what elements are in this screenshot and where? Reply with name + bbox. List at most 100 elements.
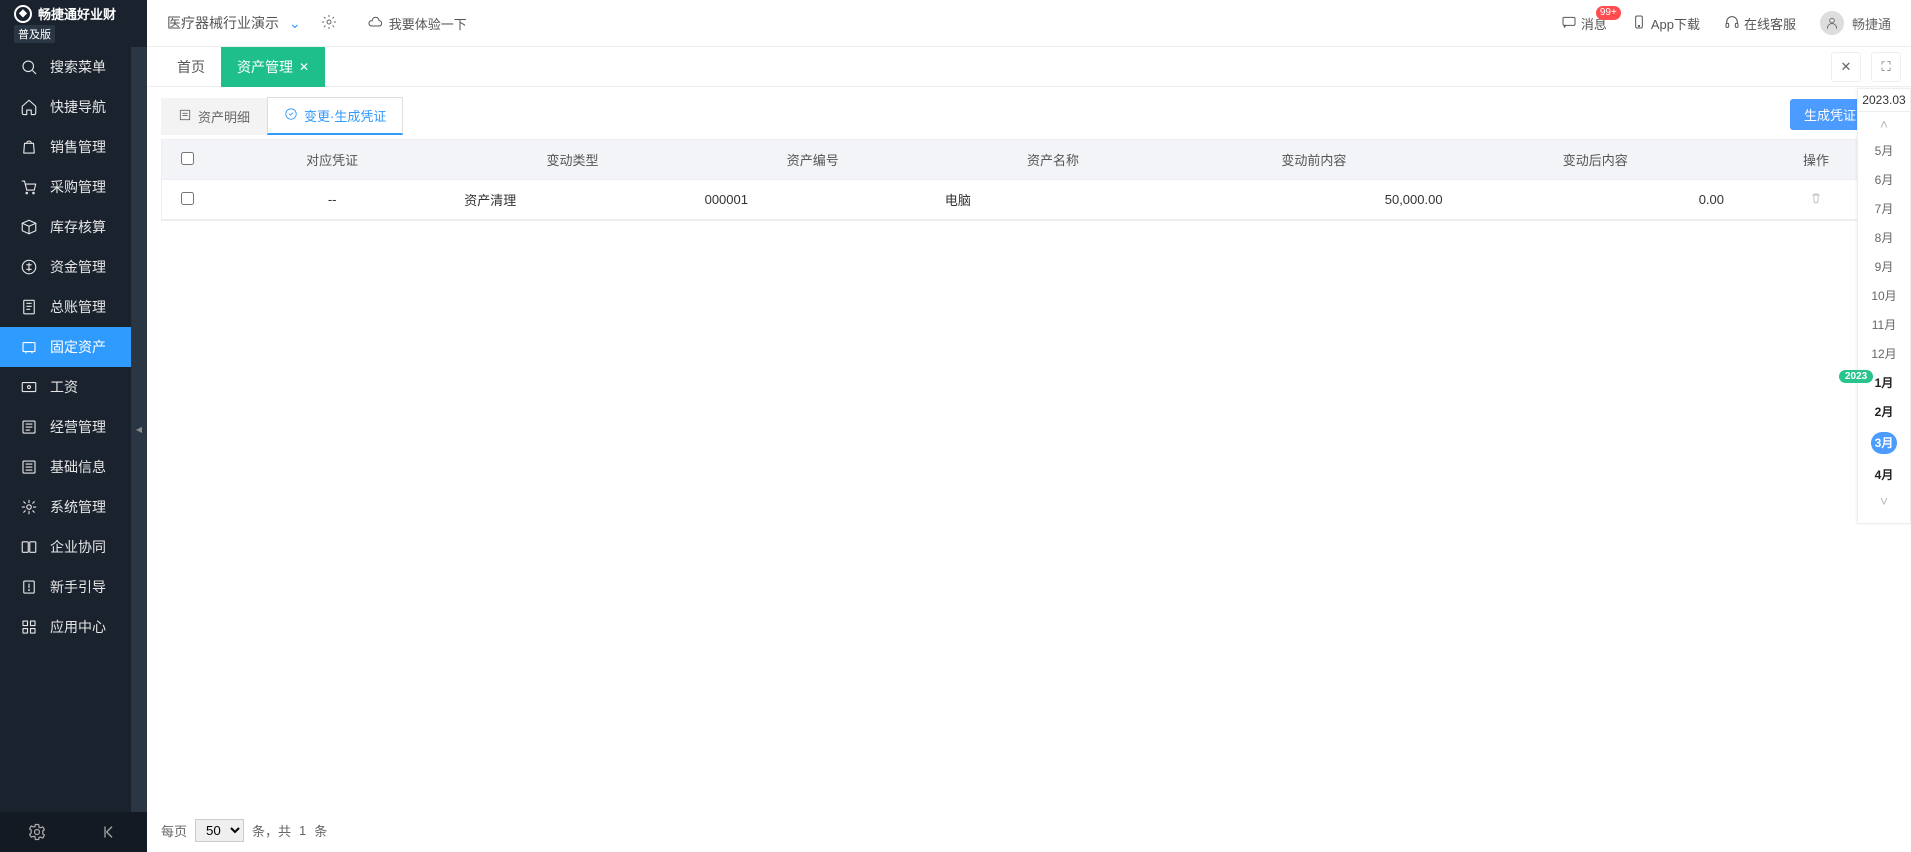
- period-next-icon[interactable]: ˅: [1880, 489, 1888, 513]
- download-label: App下载: [1651, 14, 1700, 33]
- apps-icon: [20, 618, 38, 636]
- tab-0[interactable]: 首页: [161, 47, 221, 87]
- user-area[interactable]: 畅捷通: [1820, 11, 1891, 35]
- delete-row-icon[interactable]: [1809, 193, 1823, 208]
- sidebar-item-label: 资金管理: [50, 257, 106, 277]
- period-item[interactable]: 4月: [1871, 460, 1897, 489]
- period-item[interactable]: 9月: [1871, 252, 1896, 281]
- sidebar-item-apps[interactable]: 应用中心: [0, 607, 147, 647]
- tenant-name: 医疗器械行业演示: [167, 13, 279, 33]
- asset-icon: [20, 338, 38, 356]
- sidebar-item-label: 总账管理: [50, 297, 106, 317]
- payroll-icon: [20, 378, 38, 396]
- period-head[interactable]: 2023.03: [1858, 89, 1910, 112]
- sidebar-item-collab[interactable]: 企业协同: [0, 527, 147, 567]
- period-item[interactable]: 2月: [1871, 397, 1897, 426]
- period-item[interactable]: 8月: [1871, 223, 1896, 252]
- sidebar-item-sys[interactable]: 系统管理: [0, 487, 147, 527]
- tab-label: 首页: [177, 57, 205, 77]
- gear-icon[interactable]: [321, 14, 337, 33]
- cell-after: 0.00: [1455, 180, 1736, 220]
- sidebar-item-bag[interactable]: 销售管理: [0, 127, 147, 167]
- fullscreen-icon[interactable]: ⛶: [1871, 52, 1901, 82]
- period-item[interactable]: 1月: [1871, 368, 1897, 397]
- select-all-checkbox[interactable]: [181, 152, 194, 165]
- bag-icon: [20, 138, 38, 156]
- sidebar-item-cart[interactable]: 采购管理: [0, 167, 147, 207]
- brand-edition: 普及版: [14, 25, 55, 43]
- sidebar-menu: 搜索菜单快捷导航销售管理采购管理库存核算资金管理总账管理固定资产工资经营管理基础…: [0, 47, 147, 812]
- download-link[interactable]: App下载: [1631, 14, 1700, 33]
- row-checkbox[interactable]: [181, 192, 194, 205]
- col-after: 变动后内容: [1455, 140, 1736, 180]
- cell-voucher: --: [212, 180, 452, 220]
- period-item[interactable]: 7月: [1871, 194, 1896, 223]
- trial-label: 我要体验一下: [389, 14, 467, 33]
- guide-icon: [20, 578, 38, 596]
- sidebar-item-label: 采购管理: [50, 177, 106, 197]
- sidebar-item-asset[interactable]: 固定资产: [0, 327, 147, 367]
- period-item[interactable]: 6月: [1871, 165, 1896, 194]
- col-before: 变动前内容: [1173, 140, 1454, 180]
- sidebar-item-info[interactable]: 基础信息: [0, 447, 147, 487]
- sidebar-item-home[interactable]: 快捷导航: [0, 87, 147, 127]
- tabsbar: 首页资产管理✕ ✕ ⛶: [147, 47, 1911, 87]
- headset-icon: [1724, 14, 1740, 33]
- message-link[interactable]: 消息 99+: [1561, 14, 1607, 33]
- period-item[interactable]: 5月: [1871, 136, 1896, 165]
- cloud-icon: [367, 14, 383, 33]
- tenant-selector[interactable]: 医疗器械行业演示 ⌄: [167, 13, 301, 33]
- chevron-down-icon: ⌄: [289, 15, 301, 32]
- message-badge: 99+: [1596, 6, 1621, 20]
- settings-icon[interactable]: [27, 822, 47, 842]
- table-row: -- 资产清理 000001 电脑 50,000.00 0.00: [162, 180, 1896, 220]
- sidebar-item-label: 工资: [50, 377, 78, 397]
- col-change: 变动类型: [452, 140, 692, 180]
- sidebar-item-box[interactable]: 库存核算: [0, 207, 147, 247]
- period-prev-icon[interactable]: ˄: [1880, 112, 1888, 136]
- sidebar-item-search[interactable]: 搜索菜单: [0, 47, 147, 87]
- cart-icon: [20, 178, 38, 196]
- period-item[interactable]: 11月: [1871, 310, 1896, 339]
- subtabs: 资产明细 变更·生成凭证: [161, 97, 1897, 135]
- sidebar-item-coin[interactable]: 资金管理: [0, 247, 147, 287]
- sidebar-splitter[interactable]: [131, 47, 147, 812]
- period-item[interactable]: 12月: [1871, 339, 1896, 368]
- period-item[interactable]: 10月: [1871, 281, 1896, 310]
- service-link[interactable]: 在线客服: [1724, 14, 1796, 33]
- collapse-icon[interactable]: [100, 822, 120, 842]
- sidebar-item-guide[interactable]: 新手引导: [0, 567, 147, 607]
- subtab-0[interactable]: 资产明细: [161, 98, 267, 135]
- user-name: 畅捷通: [1852, 14, 1891, 33]
- cell-asset-name: 电脑: [933, 180, 1173, 220]
- close-icon[interactable]: ✕: [299, 60, 309, 74]
- subtab-label: 变更·生成凭证: [304, 106, 386, 125]
- close-all-tabs-icon[interactable]: ✕: [1831, 52, 1861, 82]
- period-item[interactable]: 3月: [1871, 426, 1897, 460]
- trial-link[interactable]: 我要体验一下: [367, 14, 467, 33]
- info-icon: [20, 458, 38, 476]
- sidebar-item-label: 基础信息: [50, 457, 106, 477]
- col-voucher: 对应凭证: [212, 140, 452, 180]
- voucher-icon: [284, 107, 298, 124]
- search-icon: [20, 58, 38, 76]
- sidebar-item-biz[interactable]: 经营管理: [0, 407, 147, 447]
- sidebar-item-payroll[interactable]: 工资: [0, 367, 147, 407]
- biz-icon: [20, 418, 38, 436]
- page-size-select[interactable]: 50: [195, 819, 244, 842]
- generate-voucher-label: 生成凭证: [1804, 105, 1856, 124]
- col-assetno: 资产编号: [693, 140, 933, 180]
- ledger-icon: [20, 298, 38, 316]
- sidebar: ◆ 畅捷通好业财 普及版 搜索菜单快捷导航销售管理采购管理库存核算资金管理总账管…: [0, 0, 147, 852]
- subtab-1[interactable]: 变更·生成凭证: [267, 97, 403, 135]
- sidebar-item-label: 系统管理: [50, 497, 106, 517]
- period-panel: 2023.03 ˄ 5月6月7月8月9月10月11月12月 1月2月3月4月 ˅: [1857, 88, 1911, 524]
- tab-1[interactable]: 资产管理✕: [221, 47, 325, 87]
- asset-change-table: 对应凭证 变动类型 资产编号 资产名称 变动前内容 变动后内容 操作 -- 资产…: [162, 140, 1896, 220]
- sys-icon: [20, 498, 38, 516]
- coin-icon: [20, 258, 38, 276]
- sidebar-item-ledger[interactable]: 总账管理: [0, 287, 147, 327]
- home-icon: [20, 98, 38, 116]
- sidebar-item-label: 搜索菜单: [50, 57, 106, 77]
- phone-icon: [1631, 14, 1647, 33]
